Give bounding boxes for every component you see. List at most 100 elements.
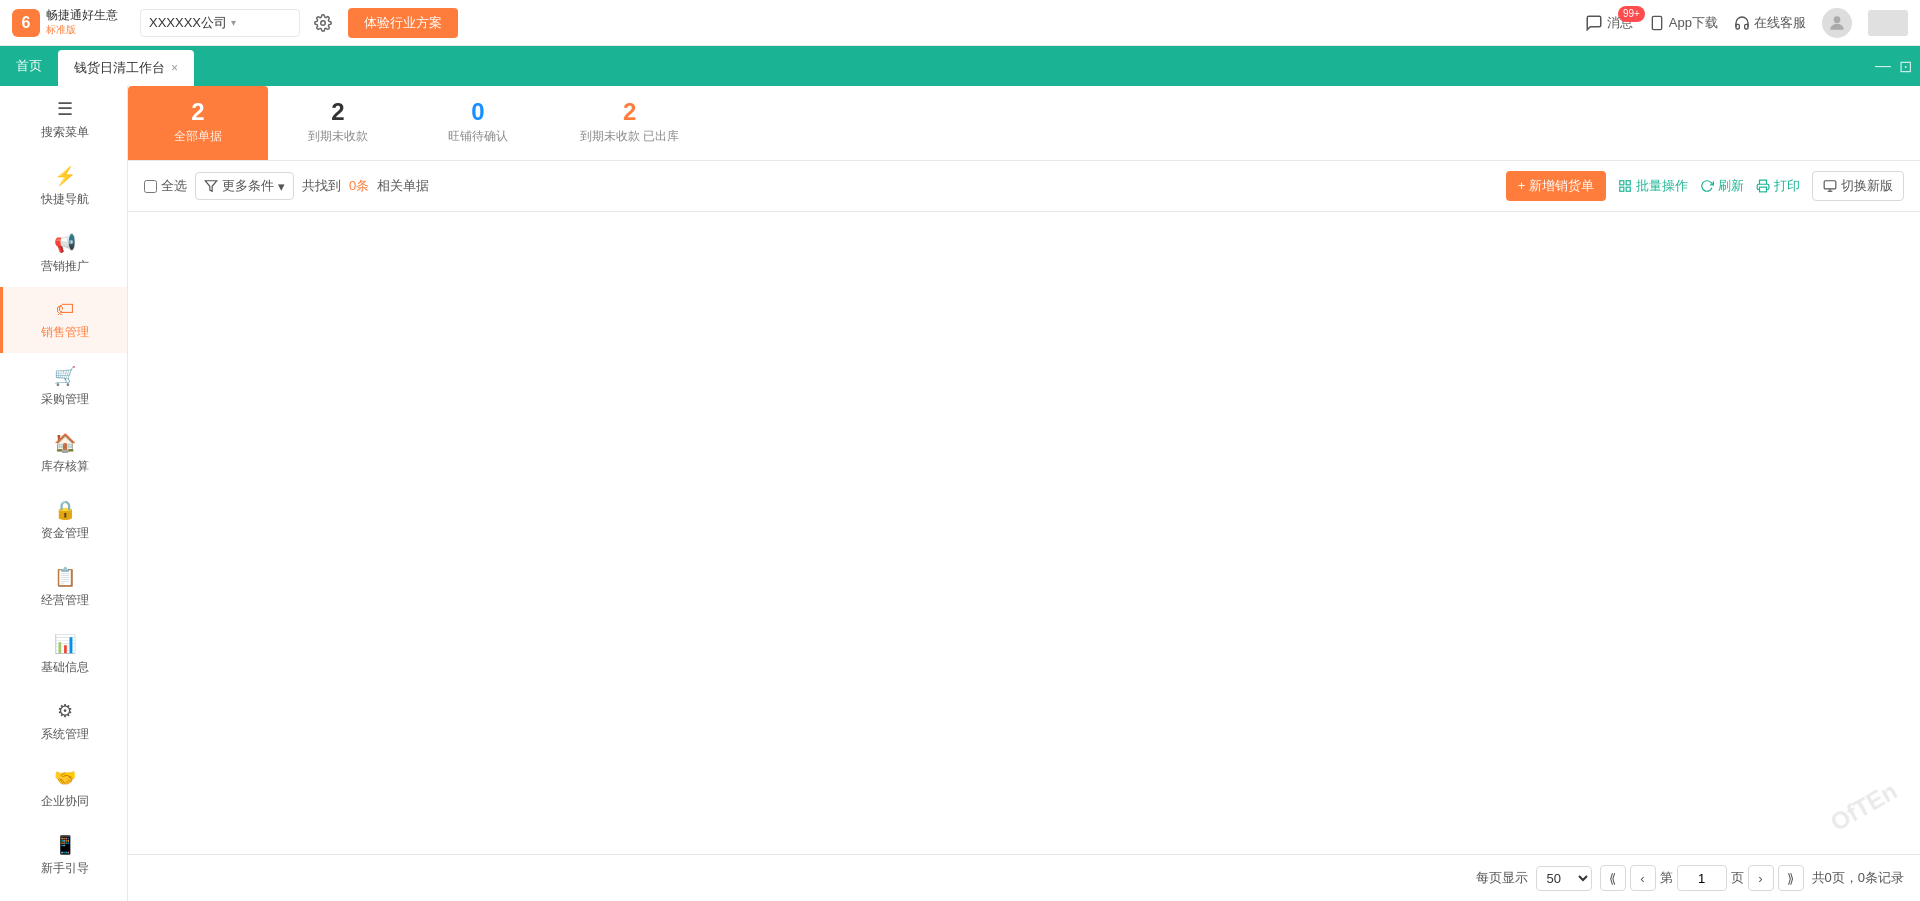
filter-arrow: ▾: [278, 179, 285, 194]
stat-num-all: 2: [191, 98, 204, 126]
page-last-button[interactable]: ⟫: [1778, 865, 1804, 891]
stat-tab-overdue[interactable]: 2 到期未收款: [268, 86, 408, 160]
sidebar-item-marketing[interactable]: 📢 营销推广: [0, 220, 127, 287]
total-info: 共0页，0条记录: [1812, 869, 1904, 887]
logo-tag: 标准版: [46, 23, 118, 37]
svg-marker-4: [205, 181, 217, 192]
shortcut-icon: ⚡: [54, 165, 76, 187]
sidebar-item-collab[interactable]: 🤝 企业协同: [0, 755, 127, 822]
toolbar-right: + 新增销货单 批量操作 刷新 打印: [1506, 171, 1904, 201]
stat-tab-overdue-shipped[interactable]: 2 到期未收款 已出库: [548, 86, 711, 160]
top-right: 消息 99+ App下载 在线客服: [1585, 8, 1908, 38]
sidebar-item-search[interactable]: ☰ 搜索菜单: [0, 86, 127, 153]
print-label: 打印: [1774, 177, 1800, 195]
sidebar-label-shortcut: 快捷导航: [41, 191, 89, 208]
stat-num-overdue-shipped: 2: [623, 98, 636, 126]
tab-bar: 首页 钱货日清工作台 × — ⊡: [0, 46, 1920, 86]
stats-tabs: 2 全部单据 2 到期未收款 0 旺铺待确认 2 到期未收款 已出库: [128, 86, 1920, 161]
sidebar-label-system: 系统管理: [41, 726, 89, 743]
sidebar-item-sales[interactable]: 🏷 销售管理: [0, 287, 127, 353]
print-button[interactable]: 打印: [1756, 177, 1800, 195]
tab-maximize-button[interactable]: ⊡: [1899, 57, 1912, 76]
switch-icon: [1823, 179, 1837, 193]
collab-icon: 🤝: [54, 767, 76, 789]
sidebar: ☰ 搜索菜单 ⚡ 快捷导航 📢 营销推广 🏷 销售管理 🛒 采购管理 🏠 库存核…: [0, 86, 128, 901]
page-label: 第: [1660, 869, 1673, 887]
settings-button[interactable]: [308, 8, 338, 38]
new-sale-button[interactable]: + 新增销货单: [1506, 171, 1606, 201]
svg-rect-9: [1760, 187, 1767, 192]
sidebar-label-purchase: 采购管理: [41, 391, 89, 408]
batch-action-button[interactable]: 批量操作: [1618, 177, 1688, 195]
table-area: [128, 212, 1920, 854]
switch-label: 切换新版: [1841, 177, 1893, 195]
svg-rect-5: [1620, 181, 1624, 185]
sidebar-item-appstore[interactable]: 📦 应用中心: [0, 889, 127, 901]
user-avatar[interactable]: [1822, 8, 1852, 38]
svg-rect-10: [1824, 181, 1836, 189]
stat-label-pending: 旺铺待确认: [448, 128, 508, 145]
main-layout: ☰ 搜索菜单 ⚡ 快捷导航 📢 营销推广 🏷 销售管理 🛒 采购管理 🏠 库存核…: [0, 86, 1920, 901]
stat-tab-pending[interactable]: 0 旺铺待确认: [408, 86, 548, 160]
sidebar-label-sales: 销售管理: [41, 324, 89, 341]
sidebar-item-system[interactable]: ⚙ 系统管理: [0, 688, 127, 755]
stat-tab-all[interactable]: 2 全部单据: [128, 86, 268, 160]
sidebar-label-marketing: 营销推广: [41, 258, 89, 275]
sidebar-label-search: 搜索菜单: [41, 124, 89, 141]
page-first-button[interactable]: ⟪: [1600, 865, 1626, 891]
found-suffix: 相关单据: [377, 177, 429, 195]
stat-label-all: 全部单据: [174, 128, 222, 145]
company-selector[interactable]: XXXXXX公司 ▾: [140, 9, 300, 37]
tab-home[interactable]: 首页: [0, 46, 58, 86]
sidebar-item-finance[interactable]: 🔒 资金管理: [0, 487, 127, 554]
page-prev-button[interactable]: ‹: [1630, 865, 1656, 891]
sales-icon: 🏷: [56, 299, 74, 320]
logo-area: 6 畅捷通好生意 标准版: [12, 8, 140, 38]
trial-button[interactable]: 体验行业方案: [348, 8, 458, 38]
marketing-icon: 📢: [54, 232, 76, 254]
app-download-button[interactable]: App下载: [1649, 14, 1718, 32]
company-dropdown-arrow: ▾: [231, 17, 236, 28]
select-all-checkbox[interactable]: 全选: [144, 177, 187, 195]
page-input[interactable]: [1677, 865, 1727, 891]
svg-rect-8: [1626, 187, 1630, 191]
online-service-button[interactable]: 在线客服: [1734, 14, 1806, 32]
tab-bar-actions: — ⊡: [1875, 57, 1920, 76]
stat-num-pending: 0: [471, 98, 484, 126]
page-nav: ⟪ ‹ 第 页 › ⟫: [1600, 865, 1804, 891]
tab-home-label: 首页: [16, 57, 42, 75]
message-button[interactable]: 消息 99+: [1585, 14, 1633, 32]
batch-label: 批量操作: [1636, 177, 1688, 195]
sidebar-item-shortcut[interactable]: ⚡ 快捷导航: [0, 153, 127, 220]
pagination-bar: 每页显示 50 100 200 ⟪ ‹ 第 页 › ⟫ 共0页，0条记录: [128, 854, 1920, 901]
switch-version-button[interactable]: 切换新版: [1812, 171, 1904, 201]
batch-icon: [1618, 179, 1632, 193]
sidebar-item-purchase[interactable]: 🛒 采购管理: [0, 353, 127, 420]
refresh-label: 刷新: [1718, 177, 1744, 195]
tab-minimize-button[interactable]: —: [1875, 57, 1891, 75]
select-all-label: 全选: [161, 177, 187, 195]
sidebar-label-collab: 企业协同: [41, 793, 89, 810]
sidebar-item-guide[interactable]: 📱 新手引导: [0, 822, 127, 889]
tab-work-close[interactable]: ×: [171, 61, 178, 75]
sidebar-label-basic: 基础信息: [41, 659, 89, 676]
sidebar-item-basic[interactable]: 📊 基础信息: [0, 621, 127, 688]
app-download-label: App下载: [1669, 14, 1718, 32]
toolbar: 全选 更多条件 ▾ 共找到 0条 相关单据 + 新增销货单: [128, 161, 1920, 212]
sidebar-label-guide: 新手引导: [41, 860, 89, 877]
refresh-button[interactable]: 刷新: [1700, 177, 1744, 195]
print-icon: [1756, 179, 1770, 193]
tab-work[interactable]: 钱货日清工作台 ×: [58, 50, 194, 86]
sidebar-item-inventory[interactable]: 🏠 库存核算: [0, 420, 127, 487]
filter-button[interactable]: 更多条件 ▾: [195, 172, 294, 200]
tab-work-label: 钱货日清工作台: [74, 59, 165, 77]
page-next-button[interactable]: ›: [1748, 865, 1774, 891]
select-all-input[interactable]: [144, 180, 157, 193]
refresh-icon: [1700, 179, 1714, 193]
search-menu-icon: ☰: [57, 98, 73, 120]
sidebar-item-operation[interactable]: 📋 经营管理: [0, 554, 127, 621]
sidebar-label-operation: 经营管理: [41, 592, 89, 609]
filter-label: 更多条件: [222, 177, 274, 195]
per-page-select[interactable]: 50 100 200: [1536, 866, 1592, 891]
stat-label-overdue: 到期未收款: [308, 128, 368, 145]
